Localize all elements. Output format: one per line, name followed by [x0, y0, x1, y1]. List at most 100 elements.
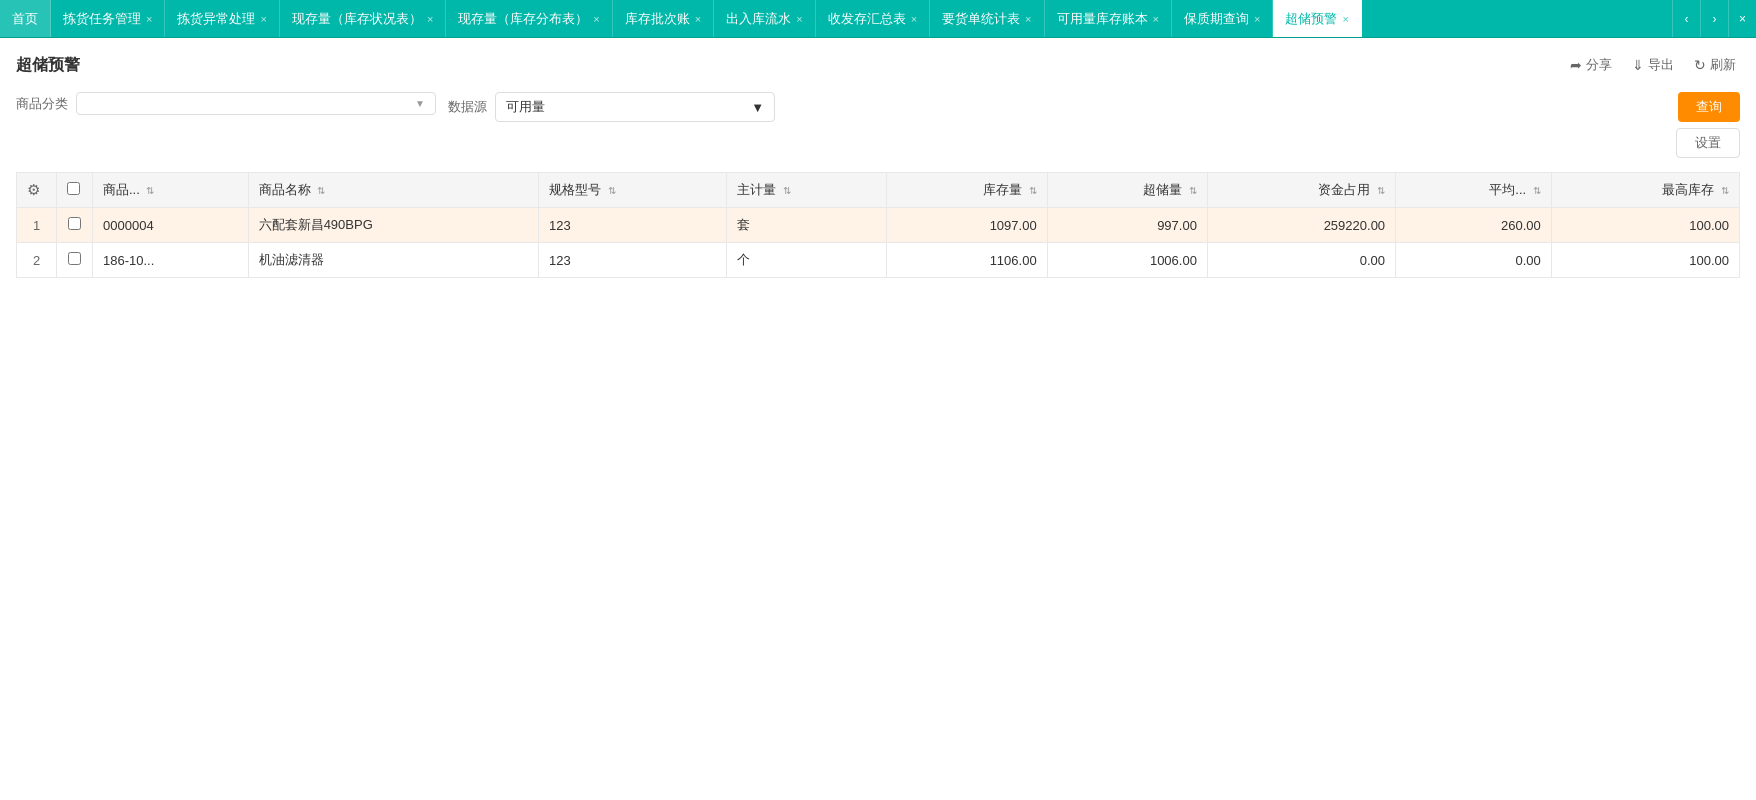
nav-task-mgmt[interactable]: 拣货任务管理 ×	[51, 0, 165, 37]
nav-available-stock[interactable]: 可用量库存账本 ×	[1045, 0, 1172, 37]
col-capital: 资金占用 ⇅	[1207, 173, 1395, 208]
datasource-select[interactable]: 可用量 ▼	[495, 92, 775, 122]
nav-abnormal[interactable]: 拣货异常处理 ×	[165, 0, 279, 37]
nav-batch-account[interactable]: 库存批次账 ×	[613, 0, 714, 37]
category-filter: 商品分类 ▼	[16, 92, 436, 115]
close-icon[interactable]: ×	[1254, 13, 1260, 25]
page-container: 超储预警 ➦ 分享 ⇓ 导出 ↻ 刷新 商品分类 ▼ 数据源	[0, 38, 1756, 800]
nav-summary[interactable]: 收发存汇总表 ×	[816, 0, 930, 37]
filter-actions: 查询 设置	[1676, 92, 1740, 158]
row-stock: 1097.00	[887, 208, 1047, 243]
refresh-button[interactable]: ↻ 刷新	[1690, 54, 1740, 76]
col-code: 商品... ⇅	[93, 173, 249, 208]
select-all-checkbox[interactable]	[67, 182, 80, 195]
settings-button[interactable]: 设置	[1676, 128, 1740, 158]
col-overstock: 超储量 ⇅	[1047, 173, 1207, 208]
header-actions: ➦ 分享 ⇓ 导出 ↻ 刷新	[1566, 54, 1740, 76]
nav-prev-button[interactable]: ‹	[1672, 0, 1700, 37]
nav-overstock-warning[interactable]: 超储预警 ×	[1273, 0, 1361, 37]
close-icon[interactable]: ×	[911, 13, 917, 25]
datasource-label: 数据源	[448, 98, 487, 116]
row-unit: 套	[727, 208, 887, 243]
nav-next-button[interactable]: ›	[1700, 0, 1728, 37]
top-nav: 首页 拣货任务管理 × 拣货异常处理 × 现存量（库存状况表） × 现存量（库存…	[0, 0, 1756, 38]
row-code: 0000004	[93, 208, 249, 243]
chevron-down-icon: ▼	[751, 100, 764, 115]
export-icon: ⇓	[1632, 57, 1644, 73]
row-overstock: 1006.00	[1047, 243, 1207, 278]
nav-close-all-button[interactable]: ×	[1728, 0, 1756, 37]
col-checkbox	[57, 173, 93, 208]
nav-stock-dist[interactable]: 现存量（库存分布表） ×	[446, 0, 612, 37]
row-name: 六配套新昌490BPG	[248, 208, 538, 243]
col-spec: 规格型号 ⇅	[538, 173, 726, 208]
col-settings: ⚙	[17, 173, 57, 208]
gear-icon[interactable]: ⚙	[27, 181, 40, 198]
refresh-icon: ↻	[1694, 57, 1706, 73]
sort-icon[interactable]: ⇅	[1377, 185, 1385, 196]
nav-demand-stats[interactable]: 要货单统计表 ×	[930, 0, 1044, 37]
sort-icon[interactable]: ⇅	[1533, 185, 1541, 196]
close-icon[interactable]: ×	[260, 13, 266, 25]
datasource-filter: 数据源 可用量 ▼	[448, 92, 775, 122]
page-header: 超储预警 ➦ 分享 ⇓ 导出 ↻ 刷新	[16, 54, 1740, 76]
nav-inout-flow[interactable]: 出入库流水 ×	[714, 0, 815, 37]
nav-home[interactable]: 首页	[0, 0, 51, 37]
nav-shelf-life[interactable]: 保质期查询 ×	[1172, 0, 1273, 37]
close-icon[interactable]: ×	[796, 13, 802, 25]
row-checkbox-cell	[57, 208, 93, 243]
filter-bar: 商品分类 ▼ 数据源 可用量 ▼ 查询 设置	[16, 92, 1740, 158]
row-stock: 1106.00	[887, 243, 1047, 278]
row-num: 2	[17, 243, 57, 278]
row-spec: 123	[538, 243, 726, 278]
row-capital: 259220.00	[1207, 208, 1395, 243]
page-title: 超储预警	[16, 55, 80, 76]
row-unit: 个	[727, 243, 887, 278]
query-button[interactable]: 查询	[1678, 92, 1740, 122]
close-icon[interactable]: ×	[1342, 13, 1348, 25]
col-stock: 库存量 ⇅	[887, 173, 1047, 208]
row-max-stock: 100.00	[1551, 208, 1739, 243]
chevron-down-icon: ▼	[415, 98, 425, 109]
nav-arrows: ‹ › ×	[1672, 0, 1756, 37]
close-icon[interactable]: ×	[427, 13, 433, 25]
table-row: 2 186-10... 机油滤清器 123 个 1106.00 1006.00 …	[17, 243, 1740, 278]
export-button[interactable]: ⇓ 导出	[1628, 54, 1678, 76]
row-spec: 123	[538, 208, 726, 243]
data-table: ⚙ 商品... ⇅ 商品名称 ⇅ 规格型号 ⇅ 主计量	[16, 172, 1740, 278]
row-num: 1	[17, 208, 57, 243]
close-icon[interactable]: ×	[146, 13, 152, 25]
row-max-stock: 100.00	[1551, 243, 1739, 278]
row-avg: 260.00	[1396, 208, 1552, 243]
share-icon: ➦	[1570, 57, 1582, 73]
sort-icon[interactable]: ⇅	[317, 185, 325, 196]
row-avg: 0.00	[1396, 243, 1552, 278]
col-max-stock: 最高库存 ⇅	[1551, 173, 1739, 208]
sort-icon[interactable]: ⇅	[783, 185, 791, 196]
row-checkbox[interactable]	[68, 252, 81, 265]
col-unit: 主计量 ⇅	[727, 173, 887, 208]
row-name: 机油滤清器	[248, 243, 538, 278]
table-row: 1 0000004 六配套新昌490BPG 123 套 1097.00 997.…	[17, 208, 1740, 243]
col-avg: 平均... ⇅	[1396, 173, 1552, 208]
category-select[interactable]: ▼	[76, 92, 436, 115]
datasource-select-value: 可用量	[506, 98, 751, 116]
close-icon[interactable]: ×	[1153, 13, 1159, 25]
sort-icon[interactable]: ⇅	[1721, 185, 1729, 196]
nav-stock-status[interactable]: 现存量（库存状况表） ×	[280, 0, 446, 37]
row-checkbox[interactable]	[68, 217, 81, 230]
sort-icon[interactable]: ⇅	[146, 185, 154, 196]
close-icon[interactable]: ×	[1025, 13, 1031, 25]
share-button[interactable]: ➦ 分享	[1566, 54, 1616, 76]
close-icon[interactable]: ×	[695, 13, 701, 25]
row-capital: 0.00	[1207, 243, 1395, 278]
sort-icon[interactable]: ⇅	[608, 185, 616, 196]
category-label: 商品分类	[16, 95, 68, 113]
row-overstock: 997.00	[1047, 208, 1207, 243]
row-code: 186-10...	[93, 243, 249, 278]
row-checkbox-cell	[57, 243, 93, 278]
close-icon[interactable]: ×	[593, 13, 599, 25]
sort-icon[interactable]: ⇅	[1029, 185, 1037, 196]
col-name: 商品名称 ⇅	[248, 173, 538, 208]
sort-icon[interactable]: ⇅	[1189, 185, 1197, 196]
